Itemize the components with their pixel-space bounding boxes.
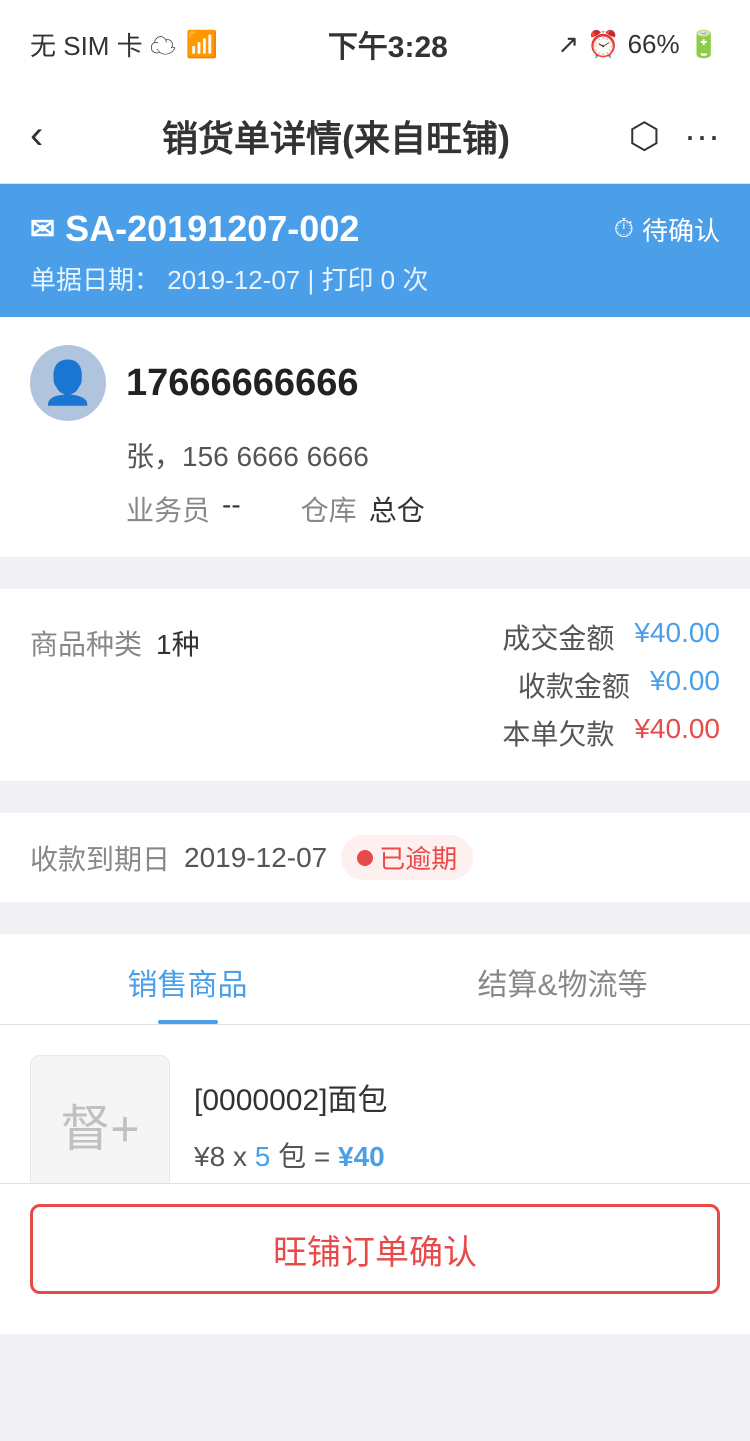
tabs: 销售商品 结算&物流等	[0, 934, 750, 1025]
separator-2	[0, 797, 750, 813]
battery-icon: 🔋	[688, 29, 720, 60]
sales-meta: 业务员 --	[126, 489, 241, 529]
order-id-row: ✉ SA-20191207-002 ⏱ 待确认	[30, 208, 720, 250]
received-label: 收款金额	[518, 665, 630, 705]
battery-level: 66%	[628, 29, 680, 60]
location-icon: ↗	[557, 29, 579, 60]
share-icon[interactable]: ⬡	[629, 115, 660, 157]
status-bar-right: ↗ ⏰ 66% 🔋	[557, 29, 720, 60]
owed-row: 本单欠款 ¥40.00	[502, 713, 720, 753]
nav-bar: ‹ 销货单详情(来自旺铺) ⬡ ···	[0, 88, 750, 184]
sales-value: --	[222, 489, 241, 529]
type-label: 商品种类	[30, 623, 142, 663]
wifi-icon: 📶	[186, 29, 218, 60]
order-header: ✉ SA-20191207-002 ⏱ 待确认 单据日期： 2019-12-07…	[0, 184, 750, 317]
tab-settlement-label: 结算&物流等	[477, 969, 647, 1002]
amounts: 成交金额 ¥40.00 收款金额 ¥0.00 本单欠款 ¥40.00	[502, 617, 720, 753]
due-date: 2019-12-07	[184, 842, 327, 874]
separator-3	[0, 918, 750, 934]
owed-value: ¥40.00	[634, 713, 720, 753]
summary-section: 商品种类 1种 成交金额 ¥40.00 收款金额 ¥0.00 本单欠款 ¥40.…	[0, 589, 750, 781]
tab-sales-label: 销售商品	[128, 969, 248, 1002]
nav-actions: ⬡ ···	[629, 115, 720, 157]
more-icon[interactable]: ···	[684, 115, 720, 157]
bottom-bar: 旺铺订单确认	[0, 1183, 750, 1334]
product-image: 督+	[30, 1055, 170, 1195]
order-id-text: SA-20191207-002	[65, 208, 359, 250]
page-title: 销货单详情(来自旺铺)	[162, 110, 510, 162]
avatar: 👤	[30, 345, 106, 421]
multiply-sign: x	[233, 1141, 255, 1172]
status-bar-left: 无 SIM 卡 ☁ 📶	[30, 26, 218, 63]
tab-settlement[interactable]: 结算&物流等	[375, 934, 750, 1024]
clock-icon: ⏱	[614, 213, 634, 245]
received-value: ¥0.00	[650, 665, 720, 705]
warehouse-meta: 仓库 总仓	[301, 489, 425, 529]
due-label: 收款到期日	[30, 838, 170, 878]
order-date: 单据日期： 2019-12-07 | 打印 0 次	[30, 260, 720, 297]
type-value: 1种	[156, 623, 200, 663]
separator-1	[0, 573, 750, 589]
overdue-text: 已逾期	[379, 839, 457, 876]
person-icon: 👤	[42, 359, 94, 408]
unit: 包	[278, 1141, 306, 1172]
customer-meta: 业务员 -- 仓库 总仓	[126, 489, 720, 529]
quantity: 5	[255, 1141, 271, 1172]
sales-label: 业务员	[126, 489, 210, 529]
status-text: 待确认	[642, 211, 720, 248]
overdue-dot-icon	[357, 850, 373, 866]
customer-phone: 17666666666	[126, 362, 358, 405]
total-price: ¥40	[338, 1141, 385, 1172]
sim-status: 无 SIM 卡 ☁	[30, 26, 176, 63]
received-row: 收款金额 ¥0.00	[518, 665, 720, 705]
customer-section: 👤 17666666666 张，156 6666 6666 业务员 -- 仓库 …	[0, 317, 750, 557]
order-id: ✉ SA-20191207-002	[30, 208, 359, 250]
back-button[interactable]: ‹	[30, 113, 43, 158]
tab-sales-goods[interactable]: 销售商品	[0, 934, 375, 1024]
customer-name: 张，156 6666 6666	[126, 435, 720, 475]
order-icon: ✉	[30, 212, 55, 247]
status-bar: 无 SIM 卡 ☁ 📶 下午3:28 ↗ ⏰ 66% 🔋	[0, 0, 750, 88]
product-info: [0000002]面包 ¥8 x 5 包 = ¥40	[194, 1075, 720, 1175]
status-bar-time: 下午3:28	[328, 22, 448, 66]
customer-row: 👤 17666666666	[30, 345, 720, 421]
amount-value: ¥40.00	[634, 617, 720, 657]
alarm-icon: ⏰	[587, 29, 619, 60]
product-price: ¥8 x 5 包 = ¥40	[194, 1135, 720, 1175]
unit-price: ¥8	[194, 1141, 225, 1172]
warehouse-value: 总仓	[369, 489, 425, 529]
confirm-button[interactable]: 旺铺订单确认	[30, 1204, 720, 1294]
amount-row: 成交金额 ¥40.00	[502, 617, 720, 657]
equals-sign: =	[314, 1141, 338, 1172]
owed-label: 本单欠款	[502, 713, 614, 753]
due-section: 收款到期日 2019-12-07 已逾期	[0, 813, 750, 902]
product-type: 商品种类 1种	[30, 617, 200, 663]
product-logo: 督+	[60, 1089, 139, 1161]
order-status: ⏱ 待确认	[614, 211, 720, 248]
warehouse-label: 仓库	[301, 489, 357, 529]
product-name: [0000002]面包	[194, 1075, 720, 1119]
amount-label: 成交金额	[502, 617, 614, 657]
overdue-badge: 已逾期	[341, 835, 473, 880]
